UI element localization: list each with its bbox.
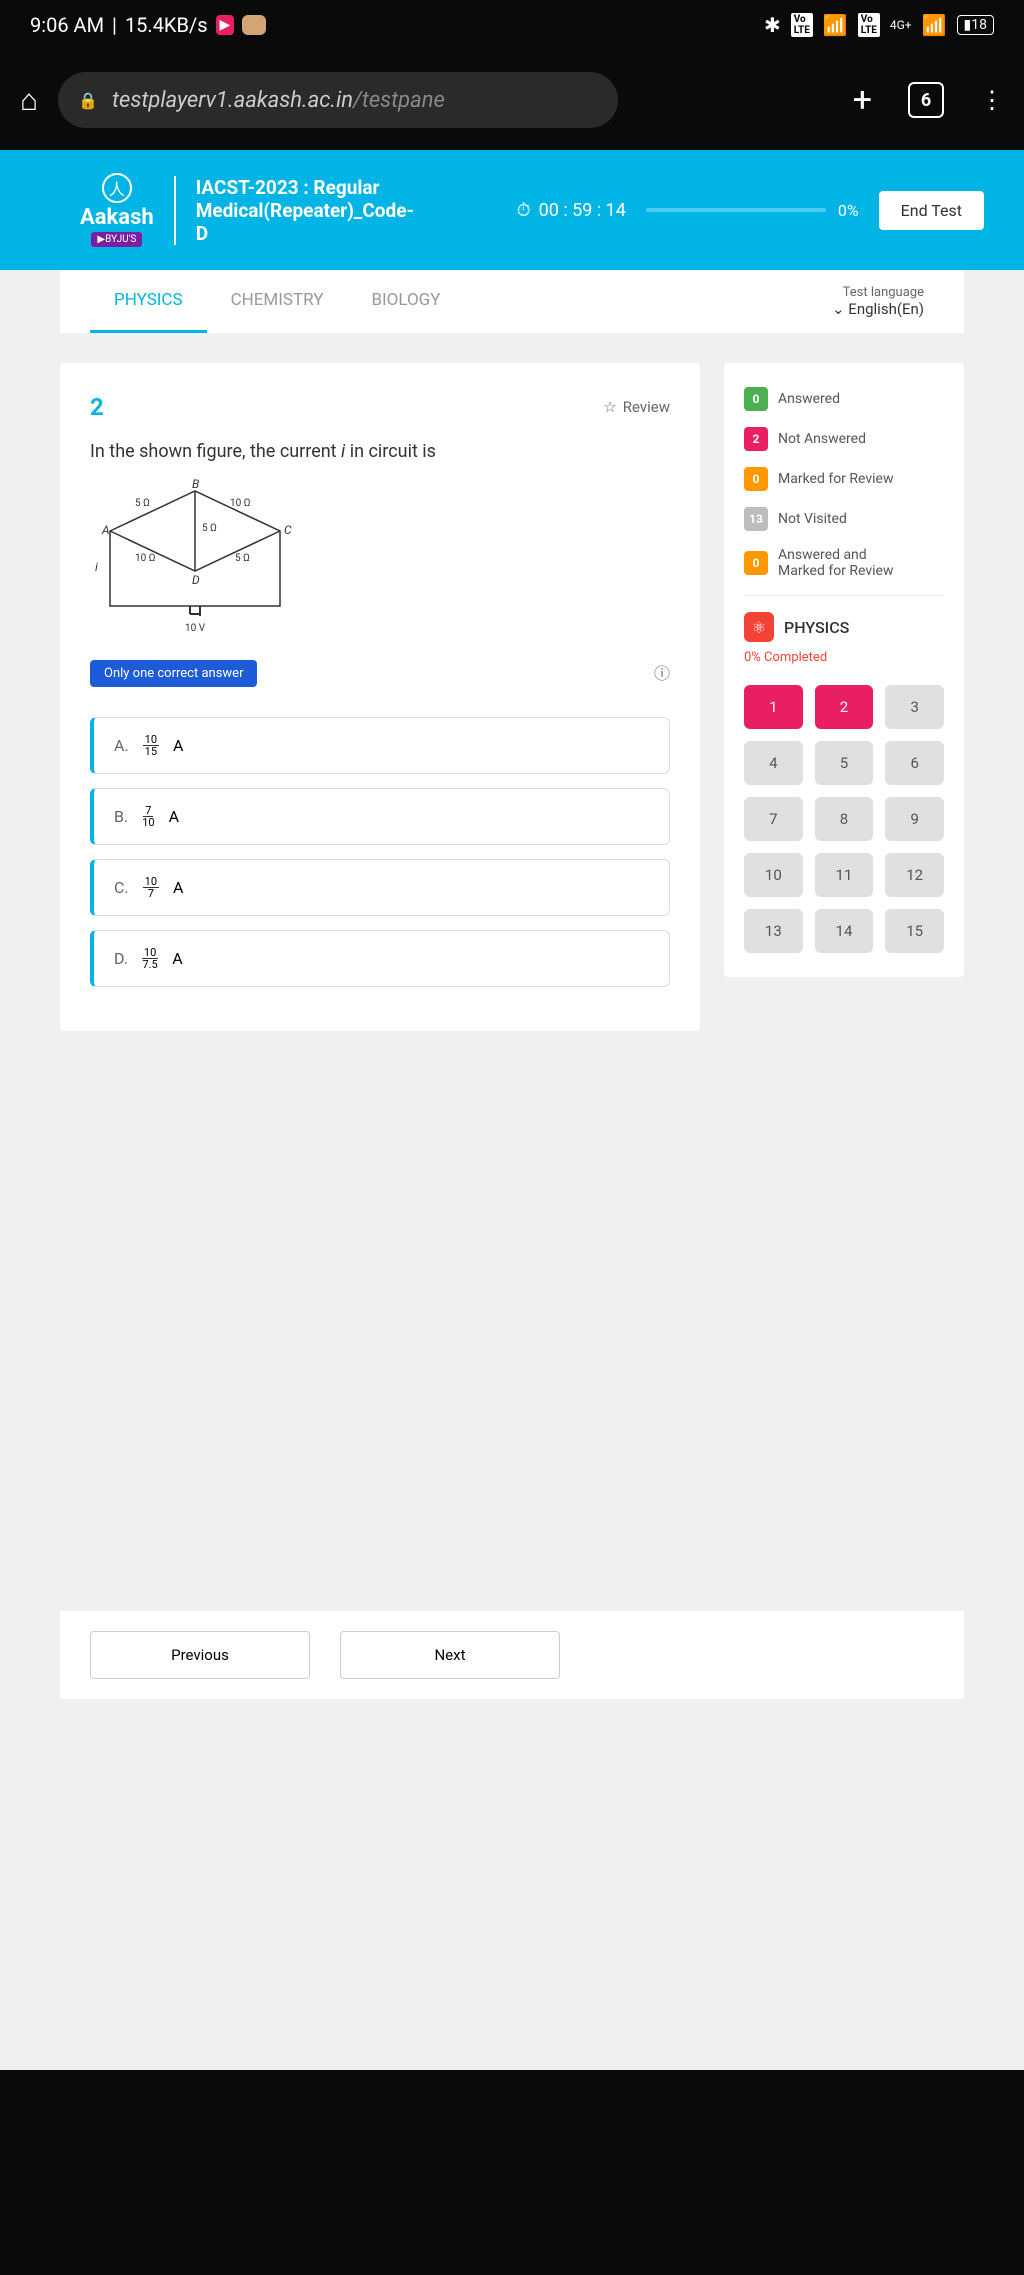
star-icon: ☆ [603, 398, 616, 416]
svg-text:10 Ω: 10 Ω [230, 498, 250, 509]
svg-text:10 Ω: 10 Ω [135, 553, 155, 564]
palette-subject: ⚛ PHYSICS [744, 612, 944, 642]
menu-icon[interactable]: ⋮ [980, 86, 1004, 114]
url-text: testplayerv1.aakash.ac.in/testpane [112, 88, 445, 113]
q-cell-4[interactable]: 4 [744, 741, 803, 785]
app-header: 人 Aakash ▶BYJU'S IACST-2023 : Regular Me… [0, 150, 1024, 270]
q-cell-11[interactable]: 11 [815, 853, 874, 897]
question-grid: 1 2 3 4 5 6 7 8 9 10 11 12 13 14 15 [744, 685, 944, 953]
option-a[interactable]: A. 1015 A [90, 717, 670, 774]
network-type: 4G+ [890, 18, 912, 32]
lte-icon-1: VoLTE [791, 13, 813, 37]
subject-tabs: PHYSICS CHEMISTRY BIOLOGY Test language … [60, 270, 964, 333]
browser-bar: ⌂ 🔒 testplayerv1.aakash.ac.in/testpane +… [0, 50, 1024, 150]
q-cell-12[interactable]: 12 [885, 853, 944, 897]
option-d[interactable]: D. 107.5 A [90, 930, 670, 987]
tab-chemistry[interactable]: CHEMISTRY [207, 270, 348, 333]
q-cell-14[interactable]: 14 [815, 909, 874, 953]
new-tab-icon[interactable]: + [853, 80, 872, 120]
language-selector[interactable]: Test language ⌄ English(En) [822, 271, 934, 332]
q-cell-7[interactable]: 7 [744, 797, 803, 841]
legend-marked: 0 Marked for Review [744, 467, 944, 491]
svg-text:C: C [284, 523, 292, 537]
tab-physics[interactable]: PHYSICS [90, 270, 207, 333]
q-cell-1[interactable]: 1 [744, 685, 803, 729]
svg-text:5 Ω: 5 Ω [202, 523, 217, 534]
q-cell-8[interactable]: 8 [815, 797, 874, 841]
question-number: 2 [90, 393, 104, 421]
home-icon[interactable]: ⌂ [20, 83, 38, 118]
legend-answered-marked: 0 Answered and Marked for Review [744, 547, 944, 579]
battery-indicator: ▮18 [957, 15, 994, 35]
clock-icon: ⏱ [517, 200, 531, 221]
option-c[interactable]: C. 107 A [90, 859, 670, 916]
q-cell-9[interactable]: 9 [885, 797, 944, 841]
question-panel: 2 ☆ Review In the shown figure, the curr… [60, 363, 700, 1031]
q-cell-15[interactable]: 15 [885, 909, 944, 953]
review-button[interactable]: ☆ Review [603, 398, 670, 416]
legend-not-visited: 13 Not Visited [744, 507, 944, 531]
legend-not-answered: 2 Not Answered [744, 427, 944, 451]
q-cell-3[interactable]: 3 [885, 685, 944, 729]
end-test-button[interactable]: End Test [879, 191, 984, 230]
legend-answered: 0 Answered [744, 387, 944, 411]
circuit-diagram: A B C D i 5 Ω 10 Ω 5 Ω 10 Ω 5 Ω 10 V [90, 476, 300, 636]
q-cell-10[interactable]: 10 [744, 853, 803, 897]
question-palette: 0 Answered 2 Not Answered 0 Marked for R… [724, 363, 964, 977]
rec-icon: ▶ [216, 15, 235, 35]
question-text: In the shown figure, the current i in ci… [90, 441, 670, 462]
tab-count[interactable]: 6 [908, 82, 944, 118]
svg-text:10 V: 10 V [185, 623, 206, 634]
status-time: 9:06 AM [30, 13, 104, 37]
footer-nav: Previous Next [60, 1611, 964, 1699]
url-bar[interactable]: 🔒 testplayerv1.aakash.ac.in/testpane [58, 72, 618, 128]
bluetooth-icon: ✱ [764, 13, 781, 37]
tab-biology[interactable]: BIOLOGY [347, 270, 464, 333]
progress: 0% [646, 201, 859, 220]
previous-button[interactable]: Previous [90, 1631, 310, 1679]
option-b[interactable]: B. 710 A [90, 788, 670, 845]
info-icon[interactable]: ⓘ [654, 660, 670, 684]
svg-text:5 Ω: 5 Ω [235, 553, 250, 564]
answer-hint-badge: Only one correct answer [90, 660, 257, 687]
app-icon [242, 15, 266, 35]
svg-text:B: B [192, 477, 199, 491]
timer: ⏱ 00 : 59 : 14 [517, 200, 626, 221]
q-cell-6[interactable]: 6 [885, 741, 944, 785]
svg-text:i: i [95, 560, 98, 574]
status-bar: 9:06 AM | 15.4KB/s ▶ ✱ VoLTE 📶 VoLTE 4G+… [0, 0, 1024, 50]
q-cell-5[interactable]: 5 [815, 741, 874, 785]
lte-icon-2: VoLTE [858, 13, 880, 37]
svg-text:D: D [192, 573, 200, 587]
signal-icon-1: 📶 [823, 13, 848, 37]
q-cell-13[interactable]: 13 [744, 909, 803, 953]
atom-icon: ⚛ [744, 612, 774, 642]
q-cell-2[interactable]: 2 [815, 685, 874, 729]
next-button[interactable]: Next [340, 1631, 560, 1679]
status-speed: 15.4KB/s [125, 13, 208, 37]
signal-icon-2: 📶 [922, 13, 947, 37]
svg-text:A: A [101, 523, 110, 537]
completion-text: 0% Completed [744, 650, 944, 665]
test-title: IACST-2023 : Regular Medical(Repeater)_C… [174, 176, 497, 245]
lock-icon: 🔒 [78, 91, 98, 110]
svg-text:5 Ω: 5 Ω [135, 498, 150, 509]
brand-logo: 人 Aakash ▶BYJU'S [80, 173, 154, 247]
